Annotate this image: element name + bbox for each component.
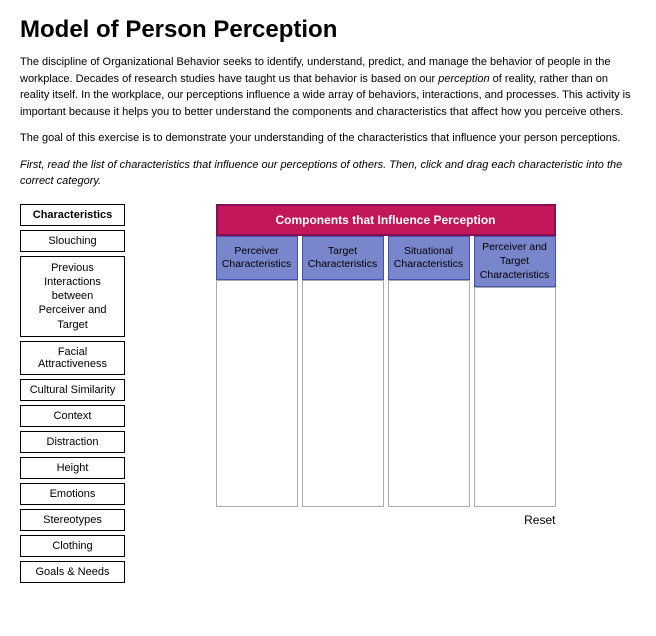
situational-header: Situational Characteristics [388,236,470,280]
list-item[interactable]: Goals & Needs [20,561,125,583]
categories-row: Perceiver Characteristics Target Charact… [216,236,556,507]
list-item[interactable]: Height [20,457,125,479]
reset-button[interactable]: Reset [524,513,555,527]
list-item[interactable]: Slouching [20,230,125,252]
characteristics-header: Characteristics [20,204,125,226]
list-item[interactable]: Facial Attractiveness [20,341,125,375]
page-title: Model of Person Perception [20,16,636,44]
list-item[interactable]: Cultural Similarity [20,379,125,401]
reset-row: Reset [216,513,556,527]
perceiver-col: Perceiver Characteristics [216,236,298,507]
components-box: Components that Influence Perception [216,204,556,237]
perceiver-header: Perceiver Characteristics [216,236,298,280]
list-item[interactable]: Emotions [20,483,125,505]
target-drop-zone[interactable] [302,280,384,507]
instruction-text: First, read the list of characteristics … [20,157,636,190]
list-item[interactable]: Context [20,405,125,427]
perceiver-drop-zone[interactable] [216,280,298,507]
situational-drop-zone[interactable] [388,280,470,507]
list-item[interactable]: Distraction [20,431,125,453]
diagram-area: Components that Influence Perception Per… [135,204,636,528]
list-item[interactable]: Stereotypes [20,509,125,531]
list-item[interactable]: Clothing [20,535,125,557]
target-col: Target Characteristics [302,236,384,507]
goal-text: The goal of this exercise is to demonstr… [20,130,636,147]
situational-col: Situational Characteristics [388,236,470,507]
list-item[interactable]: Previous Interactions between Perceiver … [20,256,125,337]
target-header: Target Characteristics [302,236,384,280]
characteristics-column: Characteristics Slouching Previous Inter… [20,204,125,583]
perceiver-target-col: Perceiver and Target Characteristics [474,236,556,507]
perceiver-target-drop-zone[interactable] [474,287,556,507]
intro-paragraph: The discipline of Organizational Behavio… [20,54,636,120]
perceiver-target-header: Perceiver and Target Characteristics [474,236,556,287]
main-layout: Characteristics Slouching Previous Inter… [20,204,636,583]
